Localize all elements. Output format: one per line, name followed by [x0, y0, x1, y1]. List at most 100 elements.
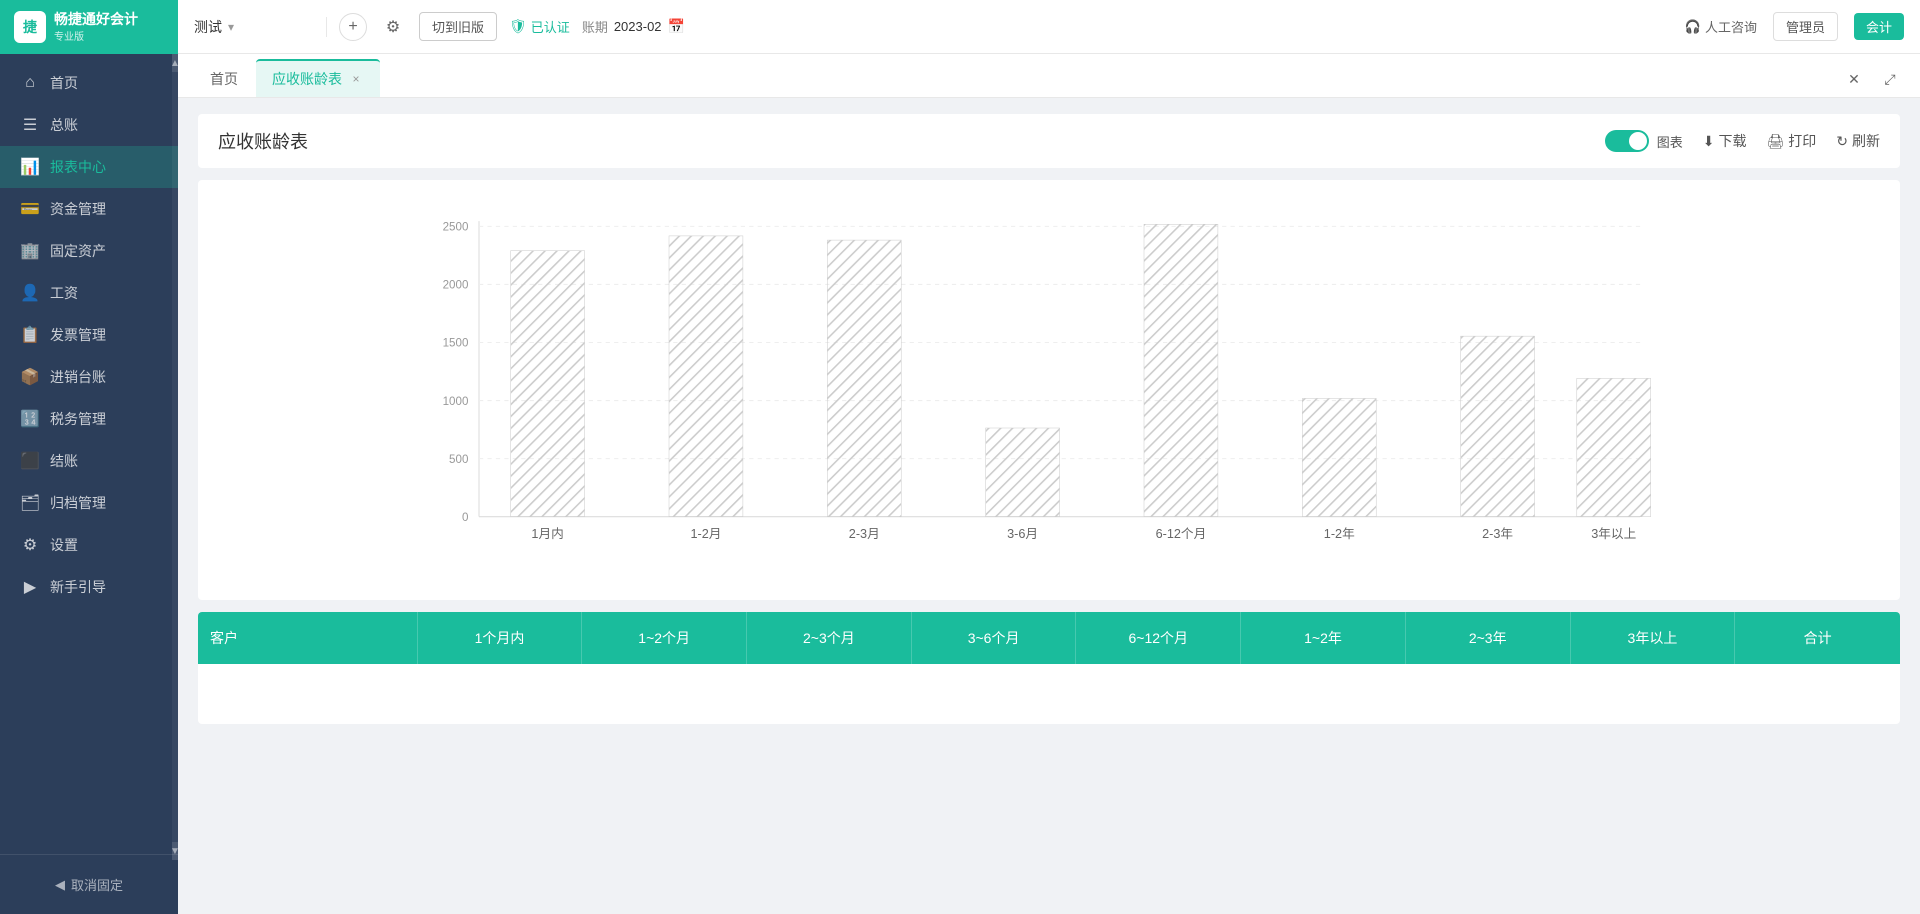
bar-1-2月 [669, 236, 743, 517]
sidebar-item-settings[interactable]: ⚙ 设置 [0, 524, 178, 566]
sidebar-icon-guide: ▶ [20, 577, 40, 597]
period-calendar-icon[interactable]: 📅 [668, 18, 685, 35]
sidebar-label-archive: 归档管理 [50, 493, 106, 513]
bar-3-6月 [986, 428, 1060, 517]
sidebar-icon-assets: 🏢 [20, 241, 40, 261]
download-icon: ⬇ [1703, 133, 1715, 150]
sidebar-label-funds: 资金管理 [50, 199, 106, 219]
expand-icon: ⤢ [1884, 71, 1895, 88]
role-button[interactable]: 会计 [1854, 13, 1904, 40]
tab-aging-label: 应收账龄表 [272, 69, 342, 89]
tab-close-button[interactable]: × [348, 71, 364, 87]
svg-text:1月内: 1月内 [531, 527, 563, 541]
table-header-0: 客户 [198, 612, 418, 664]
expand-panel-button[interactable]: ⤢ [1876, 65, 1904, 93]
svg-text:2000: 2000 [443, 279, 469, 292]
sidebar: 捷 畅捷通好会计 专业版 ▲ ▼ ⌂ 首页 ☰ 总账 📊 报表中心 💳 资金管理… [0, 0, 178, 914]
switch-version-button[interactable]: 切到旧版 [419, 12, 497, 41]
refresh-button[interactable]: ↻ 刷新 [1836, 131, 1880, 151]
topbar-divider-1 [326, 17, 327, 37]
sidebar-icon-settings: ⚙ [20, 535, 40, 555]
svg-text:500: 500 [449, 453, 468, 466]
sidebar-item-ledger[interactable]: ☰ 总账 [0, 104, 178, 146]
sidebar-icon-invoice: 📋 [20, 325, 40, 345]
sidebar-nav: ⌂ 首页 ☰ 总账 📊 报表中心 💳 资金管理 🏢 固定资产 👤 工资 📋 发票… [0, 54, 178, 854]
svg-text:0: 0 [462, 511, 468, 524]
period-label: 账期 [582, 17, 608, 36]
sidebar-icon-ledger: ☰ [20, 115, 40, 135]
print-button[interactable]: 🖨 打印 [1766, 131, 1816, 151]
bar-2-3年 [1461, 336, 1535, 516]
sidebar-scroll-track [172, 72, 178, 842]
close-panel-button[interactable]: ✕ [1840, 65, 1868, 93]
sidebar-label-tax: 税务管理 [50, 409, 106, 429]
sidebar-item-funds[interactable]: 💳 资金管理 [0, 188, 178, 230]
bar-1月内 [511, 251, 585, 517]
svg-text:2500: 2500 [443, 221, 469, 234]
sidebar-scroll-down[interactable]: ▼ [172, 842, 178, 860]
page-title: 应收账龄表 [218, 128, 308, 154]
sidebar-item-invoice[interactable]: 📋 发票管理 [0, 314, 178, 356]
sidebar-item-guide[interactable]: ▶ 新手引导 [0, 566, 178, 608]
table-header-9: 合计 [1735, 612, 1900, 664]
sidebar-item-reports[interactable]: 📊 报表中心 [0, 146, 178, 188]
tabbar-actions: ✕ ⤢ [1840, 65, 1904, 97]
svg-text:1500: 1500 [443, 337, 469, 350]
certified-label: 已认证 [531, 17, 570, 36]
svg-text:3年以上: 3年以上 [1591, 527, 1636, 541]
close-icon: ✕ [1848, 71, 1860, 88]
refresh-icon: ↻ [1836, 133, 1848, 150]
sidebar-label-home: 首页 [50, 73, 78, 93]
pin-icon: ◀ [55, 877, 65, 893]
customer-service-button[interactable]: 🎧 人工咨询 [1685, 17, 1757, 36]
sidebar-icon-archive: 🗂 [20, 493, 40, 513]
svg-text:6-12个月: 6-12个月 [1156, 527, 1207, 541]
page-header: 应收账龄表 图表 ⬇ 下载 🖨 打印 [198, 114, 1900, 168]
tab-home[interactable]: 首页 [194, 61, 254, 97]
page-actions: 图表 ⬇ 下载 🖨 打印 ↻ 刷新 [1605, 130, 1880, 152]
svg-text:1-2月: 1-2月 [690, 527, 721, 541]
sidebar-icon-reports: 📊 [20, 157, 40, 177]
toggle-knob [1629, 132, 1647, 150]
sidebar-icon-inventory: 📦 [20, 367, 40, 387]
topbar-right: 🎧 人工咨询 管理员 会计 [1685, 12, 1904, 41]
sidebar-item-assets[interactable]: 🏢 固定资产 [0, 230, 178, 272]
sidebar-item-archive[interactable]: 🗂 归档管理 [0, 482, 178, 524]
table-header-5: 6~12个月 [1076, 612, 1241, 664]
add-company-button[interactable]: + [339, 13, 367, 41]
app-logo-icon: 捷 [14, 11, 46, 43]
svg-text:2-3月: 2-3月 [849, 527, 880, 541]
sidebar-label-guide: 新手引导 [50, 577, 106, 597]
sidebar-item-close[interactable]: ⬛ 结账 [0, 440, 178, 482]
sidebar-icon-home: ⌂ [20, 74, 40, 92]
sidebar-label-payroll: 工资 [50, 283, 78, 303]
settings-icon[interactable]: ⚙ [379, 13, 407, 41]
sidebar-pin-button[interactable]: ◀ 取消固定 [0, 865, 178, 904]
company-selector[interactable]: 测试 ▾ [194, 17, 314, 37]
sidebar-label-close: 结账 [50, 451, 78, 471]
sidebar-item-tax[interactable]: 🔢 税务管理 [0, 398, 178, 440]
download-button[interactable]: ⬇ 下载 [1703, 131, 1747, 151]
chart-toggle-switch[interactable] [1605, 130, 1649, 152]
table-body [198, 664, 1900, 724]
table-header-2: 1~2个月 [582, 612, 747, 664]
sidebar-logo: 捷 畅捷通好会计 专业版 [0, 0, 178, 54]
company-name: 测试 [194, 17, 222, 37]
sidebar-item-inventory[interactable]: 📦 进销台账 [0, 356, 178, 398]
svg-text:3-6月: 3-6月 [1007, 527, 1038, 541]
sidebar-item-home[interactable]: ⌂ 首页 [0, 62, 178, 104]
table-header-6: 1~2年 [1241, 612, 1406, 664]
svg-text:1-2年: 1-2年 [1324, 527, 1355, 541]
accounting-period[interactable]: 账期 2023-02 📅 [582, 17, 685, 36]
user-button[interactable]: 管理员 [1773, 12, 1838, 41]
tab-home-label: 首页 [210, 69, 238, 89]
tab-aging[interactable]: 应收账龄表 × [256, 59, 380, 97]
chart-toggle-label: 图表 [1657, 132, 1683, 151]
sidebar-scrollbar: ▲ ▼ [172, 54, 178, 860]
sidebar-item-payroll[interactable]: 👤 工资 [0, 272, 178, 314]
table-header-8: 3年以上 [1571, 612, 1736, 664]
bar-chart: 0 500 1000 1500 2000 2500 [218, 200, 1880, 580]
sidebar-icon-tax: 🔢 [20, 409, 40, 429]
period-value: 2023-02 [614, 19, 662, 34]
content-area: 应收账龄表 图表 ⬇ 下载 🖨 打印 [178, 98, 1920, 914]
